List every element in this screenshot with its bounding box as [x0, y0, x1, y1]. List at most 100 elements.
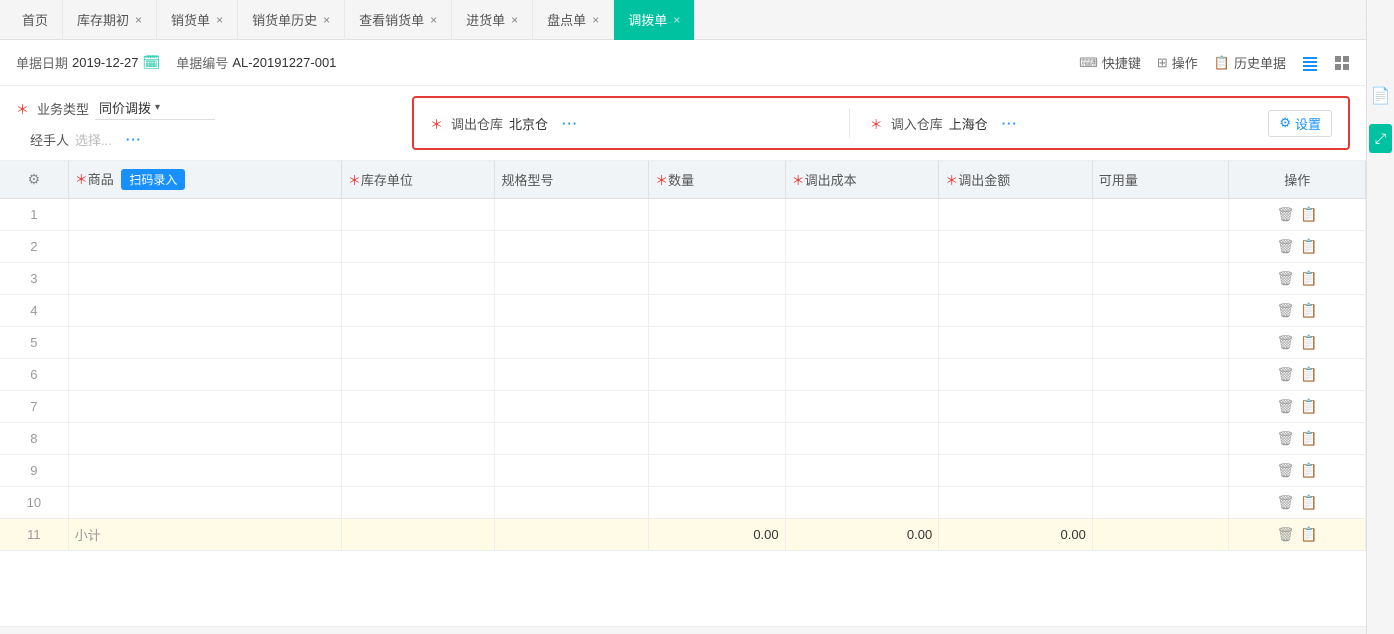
- spec-cell-9[interactable]: [495, 455, 649, 487]
- product-cell-6[interactable]: [68, 359, 341, 391]
- amount-cell-10[interactable]: [939, 487, 1093, 519]
- copy-icon-11[interactable]: 📋: [1300, 526, 1317, 543]
- qty-cell-8[interactable]: [649, 423, 786, 455]
- product-cell-10[interactable]: [68, 487, 341, 519]
- tab-close-sales-history[interactable]: ×: [323, 13, 330, 27]
- qty-cell-4[interactable]: [649, 295, 786, 327]
- copy-icon-6[interactable]: 📋: [1300, 366, 1317, 383]
- panel-expand-icon[interactable]: ⤢: [1369, 124, 1392, 153]
- tab-close-transfer-order[interactable]: ×: [673, 13, 680, 27]
- cost-cell-4[interactable]: [785, 295, 939, 327]
- tab-inventory-check[interactable]: 盘点单 ×: [533, 0, 614, 40]
- delete-icon-1[interactable]: 🗑: [1277, 206, 1295, 223]
- amount-cell-3[interactable]: [939, 263, 1093, 295]
- tab-close-view-sales[interactable]: ×: [430, 13, 437, 27]
- panel-doc-icon[interactable]: 📄: [1365, 80, 1394, 112]
- copy-icon-1[interactable]: 📋: [1300, 206, 1317, 223]
- qty-cell-2[interactable]: [649, 231, 786, 263]
- calendar-icon[interactable]: 🗓: [143, 54, 161, 71]
- delete-icon-6[interactable]: 🗑: [1277, 366, 1295, 383]
- product-cell-2[interactable]: [68, 231, 341, 263]
- tab-purchase-order[interactable]: 进货单 ×: [452, 0, 533, 40]
- tab-transfer-order[interactable]: 调拨单 ×: [614, 0, 695, 40]
- available-cell-5[interactable]: [1092, 327, 1229, 359]
- product-cell-7[interactable]: [68, 391, 341, 423]
- gear-icon[interactable]: ⚙: [28, 171, 41, 187]
- available-cell-10[interactable]: [1092, 487, 1229, 519]
- product-cell-9[interactable]: [68, 455, 341, 487]
- amount-cell-6[interactable]: [939, 359, 1093, 391]
- spec-cell-2[interactable]: [495, 231, 649, 263]
- date-value[interactable]: 2019-12-27: [72, 55, 139, 70]
- col-gear-header[interactable]: ⚙: [0, 161, 68, 199]
- business-type-select[interactable]: 同价调拨 ▾: [95, 96, 215, 120]
- horizontal-scrollbar[interactable]: [0, 626, 1366, 634]
- copy-icon-5[interactable]: 📋: [1300, 334, 1317, 351]
- operations-button[interactable]: ⊞ 操作: [1157, 53, 1198, 72]
- person-input[interactable]: 选择...: [75, 130, 112, 149]
- delete-icon-11[interactable]: 🗑: [1277, 526, 1295, 543]
- copy-icon-8[interactable]: 📋: [1300, 430, 1317, 447]
- unit-cell-5[interactable]: [341, 327, 495, 359]
- available-cell-8[interactable]: [1092, 423, 1229, 455]
- available-cell-2[interactable]: [1092, 231, 1229, 263]
- qty-cell-9[interactable]: [649, 455, 786, 487]
- tab-close-inventory-init[interactable]: ×: [135, 13, 142, 27]
- qty-cell-7[interactable]: [649, 391, 786, 423]
- unit-cell-10[interactable]: [341, 487, 495, 519]
- delete-icon-8[interactable]: 🗑: [1277, 430, 1295, 447]
- available-cell-1[interactable]: [1092, 199, 1229, 231]
- person-more-button[interactable]: ···: [126, 132, 142, 147]
- unit-cell-7[interactable]: [341, 391, 495, 423]
- tab-sales-order[interactable]: 销货单 ×: [157, 0, 238, 40]
- copy-icon-10[interactable]: 📋: [1300, 494, 1317, 511]
- delete-icon-3[interactable]: 🗑: [1277, 270, 1295, 287]
- product-cell-1[interactable]: [68, 199, 341, 231]
- unit-cell-8[interactable]: [341, 423, 495, 455]
- copy-icon-4[interactable]: 📋: [1300, 302, 1317, 319]
- copy-icon-9[interactable]: 📋: [1300, 462, 1317, 479]
- tab-close-sales-order[interactable]: ×: [216, 13, 223, 27]
- available-cell-3[interactable]: [1092, 263, 1229, 295]
- cost-cell-7[interactable]: [785, 391, 939, 423]
- cost-cell-10[interactable]: [785, 487, 939, 519]
- amount-cell-1[interactable]: [939, 199, 1093, 231]
- amount-cell-5[interactable]: [939, 327, 1093, 359]
- amount-cell-9[interactable]: [939, 455, 1093, 487]
- out-warehouse-more-button[interactable]: ···: [562, 116, 578, 131]
- amount-cell-7[interactable]: [939, 391, 1093, 423]
- qty-cell-6[interactable]: [649, 359, 786, 391]
- unit-cell-3[interactable]: [341, 263, 495, 295]
- qty-cell-3[interactable]: [649, 263, 786, 295]
- product-cell-4[interactable]: [68, 295, 341, 327]
- delete-icon-5[interactable]: 🗑: [1277, 334, 1295, 351]
- in-warehouse-value[interactable]: 上海仓: [949, 114, 988, 133]
- qty-cell-1[interactable]: [649, 199, 786, 231]
- cost-cell-9[interactable]: [785, 455, 939, 487]
- spec-cell-4[interactable]: [495, 295, 649, 327]
- copy-icon-2[interactable]: 📋: [1300, 238, 1317, 255]
- amount-cell-2[interactable]: [939, 231, 1093, 263]
- cost-cell-8[interactable]: [785, 423, 939, 455]
- history-button[interactable]: 📋 历史单据: [1214, 53, 1286, 72]
- spec-cell-5[interactable]: [495, 327, 649, 359]
- settings-button[interactable]: ⚙ 设置: [1268, 110, 1332, 137]
- tab-home[interactable]: 首页: [8, 0, 63, 40]
- tab-inventory-init[interactable]: 库存期初 ×: [63, 0, 157, 40]
- product-cell-5[interactable]: [68, 327, 341, 359]
- available-cell-9[interactable]: [1092, 455, 1229, 487]
- unit-cell-9[interactable]: [341, 455, 495, 487]
- product-cell-3[interactable]: [68, 263, 341, 295]
- in-warehouse-more-button[interactable]: ···: [1002, 116, 1018, 131]
- qty-cell-5[interactable]: [649, 327, 786, 359]
- delete-icon-9[interactable]: 🗑: [1277, 462, 1295, 479]
- unit-cell-4[interactable]: [341, 295, 495, 327]
- delete-icon-7[interactable]: 🗑: [1277, 398, 1295, 415]
- spec-cell-8[interactable]: [495, 423, 649, 455]
- tab-sales-history[interactable]: 销货单历史 ×: [238, 0, 345, 40]
- spec-cell-7[interactable]: [495, 391, 649, 423]
- cost-cell-2[interactable]: [785, 231, 939, 263]
- shortcut-button[interactable]: ⌨ 快捷键: [1079, 53, 1141, 72]
- unit-cell-2[interactable]: [341, 231, 495, 263]
- cost-cell-3[interactable]: [785, 263, 939, 295]
